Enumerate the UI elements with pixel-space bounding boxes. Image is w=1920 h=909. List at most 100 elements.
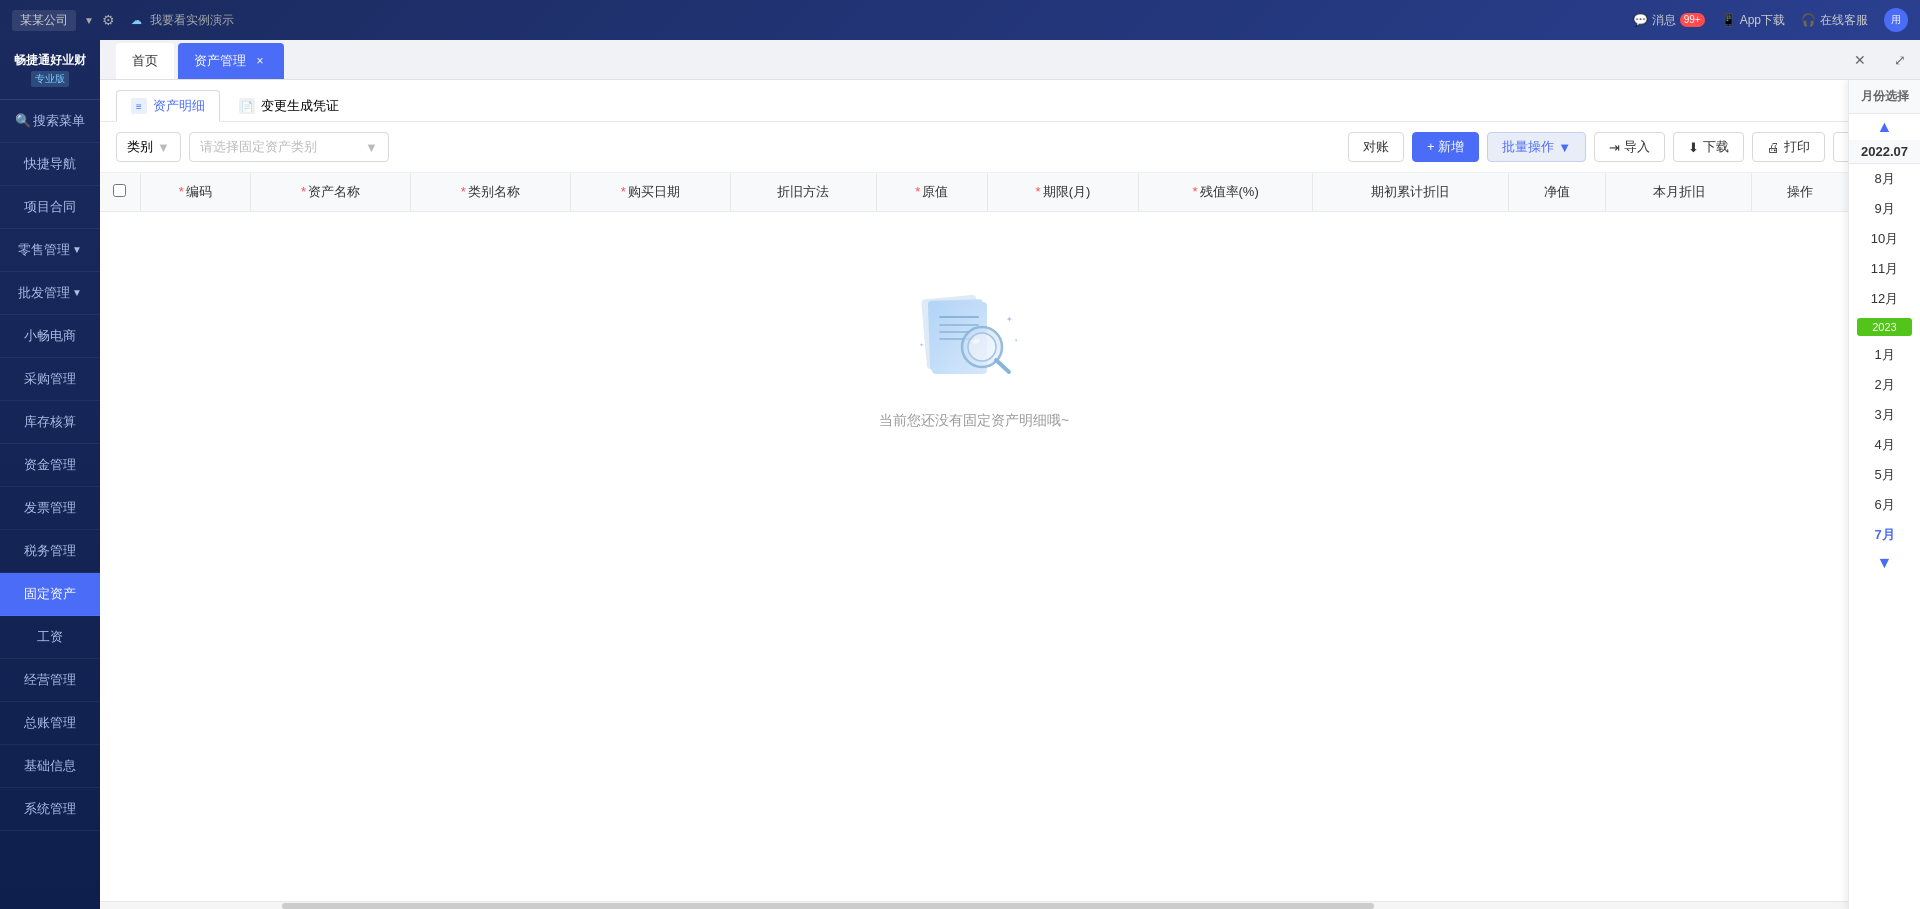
month-item-7[interactable]: 7月 [1849,520,1920,550]
sidebar-invoice-label: 发票管理 [24,499,76,517]
import-label: 导入 [1624,138,1650,156]
checkbox-column-header[interactable] [100,173,140,212]
tab-close-icon[interactable]: × [252,53,268,69]
month-panel-year-2022: 2022.07 [1849,140,1920,164]
tab-home[interactable]: 首页 [116,43,174,79]
empty-state-row: ✦ ✦ ✦ 当前您还没有固定资产明细哦~ [100,212,1848,511]
sub-tab-asset-detail[interactable]: ≡ 资产明细 [116,90,220,122]
category-filter-label: 类别 [127,138,153,156]
svg-text:✦: ✦ [919,342,924,348]
month-item-4[interactable]: 4月 [1849,430,1920,460]
sub-tab-asset-detail-label: 资产明细 [153,97,205,115]
sidebar-item-system[interactable]: 系统管理 [0,788,100,831]
print-button[interactable]: 🖨 打印 [1752,132,1825,162]
month-item-10[interactable]: 10月 [1849,224,1920,254]
sidebar-item-ledger[interactable]: 总账管理 [0,702,100,745]
import-icon: ⇥ [1609,140,1620,155]
app-icon: 📱 [1721,13,1736,27]
svg-point-8 [968,333,996,361]
batch-label: 批量操作 [1502,138,1554,156]
month-item-8[interactable]: 8月 [1849,164,1920,194]
month-item-11[interactable]: 11月 [1849,254,1920,284]
cloud-icon: ☁ [131,14,142,27]
sidebar-item-inventory[interactable]: 库存核算 [0,401,100,444]
tab-bar: 首页 资产管理 × ✕ ⤢ [100,40,1920,80]
month-item-12[interactable]: 12月 [1849,284,1920,314]
sidebar-item-basic[interactable]: 基础信息 [0,745,100,788]
empty-state: ✦ ✦ ✦ 当前您还没有固定资产明细哦~ [100,212,1848,510]
sidebar-item-invoice[interactable]: 发票管理 [0,487,100,530]
main-layout: 畅捷通好业财 专业版 🔍 搜索菜单 快捷导航 项目合同 零售管理 ▼ 批发管理 … [0,40,1920,909]
headset-icon: 🎧 [1801,13,1816,27]
month-item-1[interactable]: 1月 [1849,340,1920,370]
col-original-value: *原值 [877,173,987,212]
col-net-value: 净值 [1508,173,1605,212]
reconcile-button[interactable]: 对账 [1348,132,1404,162]
sidebar-tax-label: 税务管理 [24,542,76,560]
table-container[interactable]: *编码 *资产名称 *类别名称 *购买日期 折旧方法 *原值 *期限(月) *残… [100,173,1920,901]
horizontal-scrollbar[interactable] [100,901,1920,909]
sidebar-item-project[interactable]: 项目合同 [0,186,100,229]
current-year-badge: 2023 [1857,318,1912,336]
col-residual-rate: *残值率(%) [1139,173,1313,212]
col-monthly-depreciation: 本月折旧 [1605,173,1751,212]
sidebar-item-purchase[interactable]: 采购管理 [0,358,100,401]
window-maximize-button[interactable]: ⤢ [1880,40,1920,80]
scrollbar-thumb[interactable] [282,903,1374,909]
brand-name: 畅捷通好业财 [8,52,92,69]
month-item-5[interactable]: 5月 [1849,460,1920,490]
sidebar-item-salary[interactable]: 工资 [0,616,100,659]
add-button[interactable]: + 新增 [1412,132,1479,162]
month-item-9[interactable]: 9月 [1849,194,1920,224]
settings-icon[interactable]: ⚙ [102,12,115,28]
sidebar-item-tax[interactable]: 税务管理 [0,530,100,573]
sidebar-ledger-label: 总账管理 [24,714,76,732]
sidebar-item-management[interactable]: 经营管理 [0,659,100,702]
sidebar-item-quicknav[interactable]: 快捷导航 [0,143,100,186]
message-badge: 99 [1680,13,1705,27]
sidebar-item-retail[interactable]: 零售管理 ▼ [0,229,100,272]
select-all-checkbox[interactable] [113,184,126,197]
sidebar-item-search[interactable]: 🔍 搜索菜单 [0,100,100,143]
sidebar-item-finance[interactable]: 资金管理 [0,444,100,487]
window-close-button[interactable]: ✕ [1840,40,1880,80]
sidebar-quicknav-label: 快捷导航 [24,155,76,173]
sidebar-assets-label: 固定资产 [24,585,76,603]
sidebar-item-assets[interactable]: 固定资产 [0,573,100,616]
svg-line-9 [996,360,1009,372]
batch-button[interactable]: 批量操作 ▼ [1487,132,1586,162]
col-name: *资产名称 [250,173,410,212]
category-filter-select[interactable]: 类别 ▼ [116,132,181,162]
top-header: 某某公司 ▼ ⚙ ☁ 我要看实例演示 💬 消息 99 📱 App下载 🎧 在线客… [0,0,1920,40]
month-nav-up[interactable]: ▲ [1849,114,1920,140]
month-nav-down[interactable]: ▼ [1849,550,1920,576]
home-tab-label: 首页 [132,52,158,70]
month-item-3[interactable]: 3月 [1849,400,1920,430]
sidebar-system-label: 系统管理 [24,800,76,818]
category-search-input[interactable]: 请选择固定资产类别 ▼ [189,132,389,162]
user-avatar[interactable]: 用 [1884,8,1908,32]
svg-text:✦: ✦ [1014,337,1018,343]
month-item-6[interactable]: 6月 [1849,490,1920,520]
message-button[interactable]: 💬 消息 99 [1633,12,1705,29]
download-button[interactable]: ⬇ 下载 [1673,132,1744,162]
month-item-2[interactable]: 2月 [1849,370,1920,400]
sidebar-ecommerce-label: 小畅电商 [24,327,76,345]
online-service-button[interactable]: 🎧 在线客服 [1801,12,1868,29]
avatar-text: 用 [1891,13,1901,27]
demo-link[interactable]: 我要看实例演示 [150,12,234,29]
col-category: *类别名称 [410,173,570,212]
app-download-button[interactable]: 📱 App下载 [1721,12,1785,29]
company-name[interactable]: 某某公司 [12,10,76,31]
sidebar-item-wholesale[interactable]: 批发管理 ▼ [0,272,100,315]
company-dropdown-icon[interactable]: ▼ [84,15,94,26]
toolbar-right: 对账 + 新增 批量操作 ▼ ⇥ 导入 ⬇ 下载 🖨 [1348,132,1904,162]
sidebar-wholesale-label: 批发管理 [18,284,70,302]
sub-tab-change-voucher[interactable]: 📄 变更生成凭证 [224,90,354,122]
tab-asset-management[interactable]: 资产管理 × [178,43,284,79]
sidebar-item-ecommerce[interactable]: 小畅电商 [0,315,100,358]
empty-text: 当前您还没有固定资产明细哦~ [879,412,1069,430]
import-button[interactable]: ⇥ 导入 [1594,132,1665,162]
app-download-label: App下载 [1740,12,1785,29]
filter-input-placeholder: 请选择固定资产类别 [200,138,317,156]
